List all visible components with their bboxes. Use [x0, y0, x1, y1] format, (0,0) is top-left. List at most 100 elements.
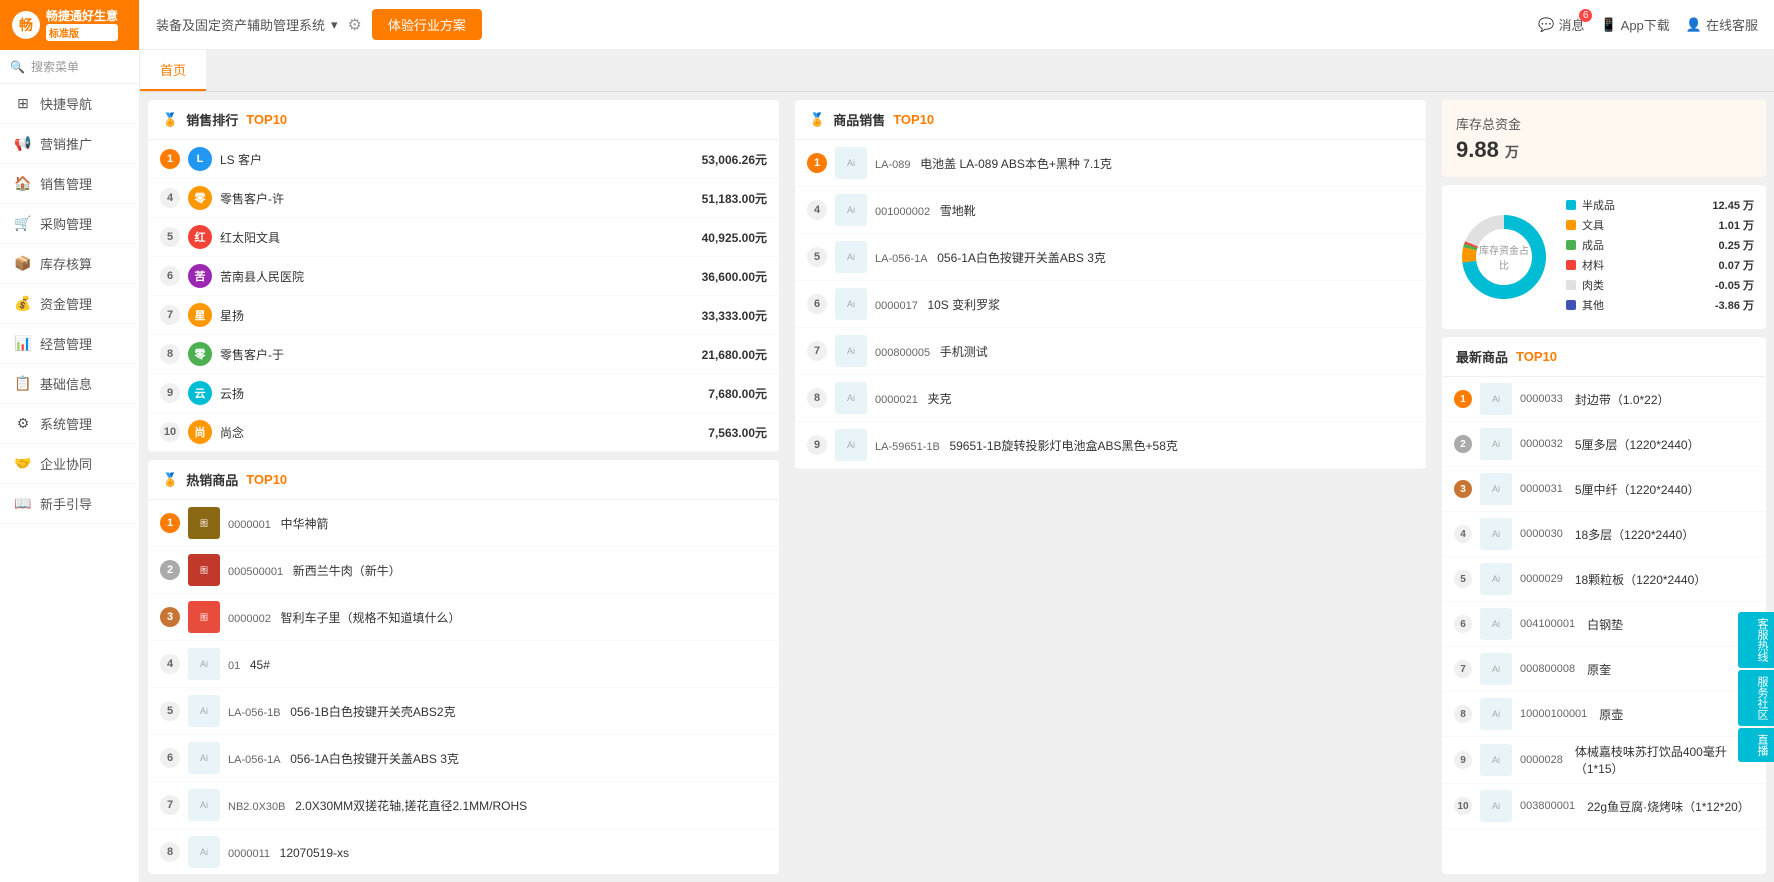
product-name: 雪地靴: [940, 204, 976, 218]
product-name: 原壶: [1599, 706, 1623, 723]
rank-avatar: 星: [188, 303, 212, 327]
service-community-btn[interactable]: 服务社区: [1738, 670, 1774, 726]
sidebar-item-inventory[interactable]: 📦 库存核算: [0, 244, 139, 284]
sidebar-item-label: 经营管理: [40, 334, 92, 353]
purchase-icon: 🛒: [14, 215, 32, 232]
legend-item: 文具 1.01 万: [1566, 217, 1754, 233]
product-name: 2.0X30MM双搓花轴,搓花直径2.1MM/ROHS: [295, 799, 527, 813]
sidebar-item-label: 基础信息: [40, 374, 92, 393]
inventory-card: 库存总资金 9.88 万: [1442, 100, 1766, 177]
system-selector[interactable]: 装备及固定资产辅助管理系统 ▾: [156, 15, 338, 34]
new-products-list: 1 Ai 0000033 封边带（1.0*22） 2 Ai 0000032 5厘…: [1442, 377, 1766, 874]
sidebar-item-basic-info[interactable]: 📋 基础信息: [0, 364, 139, 404]
product-info: 0000001 中华神箭: [228, 515, 767, 532]
new-product-item: 1 Ai 0000033 封边带（1.0*22）: [1442, 377, 1766, 422]
sidebar-item-system[interactable]: ⚙ 系统管理: [0, 404, 139, 444]
legend-color-dot: [1566, 200, 1576, 210]
product-info: 0000002 智利车子里（规格不知道填什么）: [228, 609, 767, 626]
sales-icon: 🏠: [14, 175, 32, 192]
product-code: 0000001: [228, 519, 271, 531]
hot-products-top10: TOP10: [246, 472, 287, 487]
product-name: 10S 变利罗浆: [927, 298, 1000, 312]
sidebar-item-label: 新手引导: [40, 494, 92, 513]
sidebar-search[interactable]: 🔍 搜索菜单: [0, 50, 139, 84]
sidebar-item-quick-nav[interactable]: ⊞ 快捷导航: [0, 84, 139, 124]
product-rank-item: 6 Ai LA-056-1A 056-1A白色按键开关盖ABS 3克: [148, 735, 779, 782]
new-products-top10: TOP10: [1516, 349, 1557, 364]
product-rank-item: 3 图 0000002 智利车子里（规格不知道填什么）: [148, 594, 779, 641]
product-thumb: Ai: [188, 648, 220, 680]
product-name: 中华神箭: [280, 517, 328, 531]
app-download-btn[interactable]: 📱 App下载: [1600, 15, 1669, 34]
sidebar-item-cooperation[interactable]: 🤝 企业协同: [0, 444, 139, 484]
customer-service-hotline-btn[interactable]: 客服热线: [1738, 612, 1774, 668]
rank-number: 2: [1454, 435, 1472, 453]
right-panels: 库存总资金 9.88 万: [1442, 100, 1766, 874]
rank-value: 51,183.00元: [702, 190, 767, 207]
product-info: LA-056-1A 056-1A白色按键开关盖ABS 3克: [228, 750, 767, 767]
sidebar-item-guide[interactable]: 📖 新手引导: [0, 484, 139, 524]
sidebar-item-purchase[interactable]: 🛒 采购管理: [0, 204, 139, 244]
product-thumb: Ai: [1480, 790, 1512, 822]
product-rank-item: 9 Ai LA-59651-1B 59651-1B旋转投影灯电池盒ABS黑色+5…: [795, 422, 1426, 469]
product-code: 0000030: [1520, 528, 1563, 540]
product-thumb: Ai: [188, 836, 220, 868]
rank-number: 4: [807, 200, 827, 220]
sidebar-item-sales[interactable]: 🏠 销售管理: [0, 164, 139, 204]
rank-name: 零售客户-许: [220, 190, 694, 207]
product-name: 白钢垫: [1587, 616, 1623, 633]
product-code: LA-056-1B: [228, 707, 281, 719]
online-service-btn[interactable]: 👤 在线客服: [1686, 15, 1758, 34]
sidebar-search-label: 搜索菜单: [31, 58, 79, 75]
rank-number: 3: [160, 607, 180, 627]
product-thumb: 图: [188, 507, 220, 539]
product-name: 056-1B白色按键开关壳ABS2克: [290, 705, 455, 719]
sidebar-item-finance[interactable]: 💰 资金管理: [0, 284, 139, 324]
logo-icon: 畅: [12, 11, 40, 39]
home-icon: ⊞: [14, 95, 32, 112]
product-code: LA-056-1A: [875, 253, 928, 265]
legend-color-dot: [1566, 220, 1576, 230]
rank-number: 10: [1454, 797, 1472, 815]
product-rank-item: 8 Ai 0000011 12070519-xs: [148, 829, 779, 874]
sidebar-item-label: 库存核算: [40, 254, 92, 273]
product-thumb: Ai: [1480, 473, 1512, 505]
rank-item: 9 云 云扬 7,680.00元: [148, 374, 779, 413]
sidebar-item-operation[interactable]: 📊 经营管理: [0, 324, 139, 364]
trial-btn[interactable]: 体验行业方案: [372, 9, 482, 40]
rank-number: 4: [1454, 525, 1472, 543]
product-thumb: Ai: [835, 382, 867, 414]
product-code: LA-089: [875, 159, 910, 171]
message-btn[interactable]: 💬 消息 6: [1538, 15, 1584, 34]
product-thumb: Ai: [835, 429, 867, 461]
settings-icon[interactable]: ⚙: [348, 15, 362, 35]
guide-icon: 📖: [14, 495, 32, 512]
sidebar-item-marketing[interactable]: 📢 营销推广: [0, 124, 139, 164]
legend-item: 材料 0.07 万: [1566, 257, 1754, 273]
customer-ranking-panel: 🏅 销售排行 TOP10 1 L LS 客户 53,006.26元 4 零 零售…: [148, 100, 779, 452]
legend-color-dot: [1566, 260, 1576, 270]
rank-avatar: L: [188, 147, 212, 171]
sidebar: 畅 畅捷通好生意 标准版 🔍 搜索菜单 ⊞ 快捷导航 📢 营销推广 🏠 销售管理…: [0, 0, 140, 882]
product-info: 0000011 12070519-xs: [228, 845, 767, 860]
legend-item: 成品 0.25 万: [1566, 237, 1754, 253]
rank-name: 云扬: [220, 385, 700, 402]
tab-home[interactable]: 首页: [140, 50, 206, 91]
rank-avatar: 零: [188, 186, 212, 210]
product-thumb: Ai: [835, 288, 867, 320]
inventory-icon: 📦: [14, 255, 32, 272]
rank-number: 8: [1454, 705, 1472, 723]
new-product-item: 8 Ai 10000100001 原壶: [1442, 692, 1766, 737]
product-thumb: Ai: [1480, 383, 1512, 415]
product-thumb: Ai: [1480, 744, 1512, 776]
donut-chart: 库存资金占比: [1454, 207, 1554, 307]
product-code: 0000029: [1520, 573, 1563, 585]
live-stream-btn[interactable]: 直播: [1738, 728, 1774, 762]
marketing-icon: 📢: [14, 135, 32, 152]
customer-ranking-top10: TOP10: [246, 112, 287, 127]
product-name: 5厘中纤（1220*2440）: [1575, 481, 1700, 498]
product-info: LA-089 电池盖 LA-089 ABS本色+黑种 7.1克: [875, 155, 1414, 172]
product-sales-top10: TOP10: [893, 112, 934, 127]
product-name: 22g鱼豆腐·烧烤味（1*12*20）: [1587, 798, 1750, 815]
rank-number: 7: [1454, 660, 1472, 678]
